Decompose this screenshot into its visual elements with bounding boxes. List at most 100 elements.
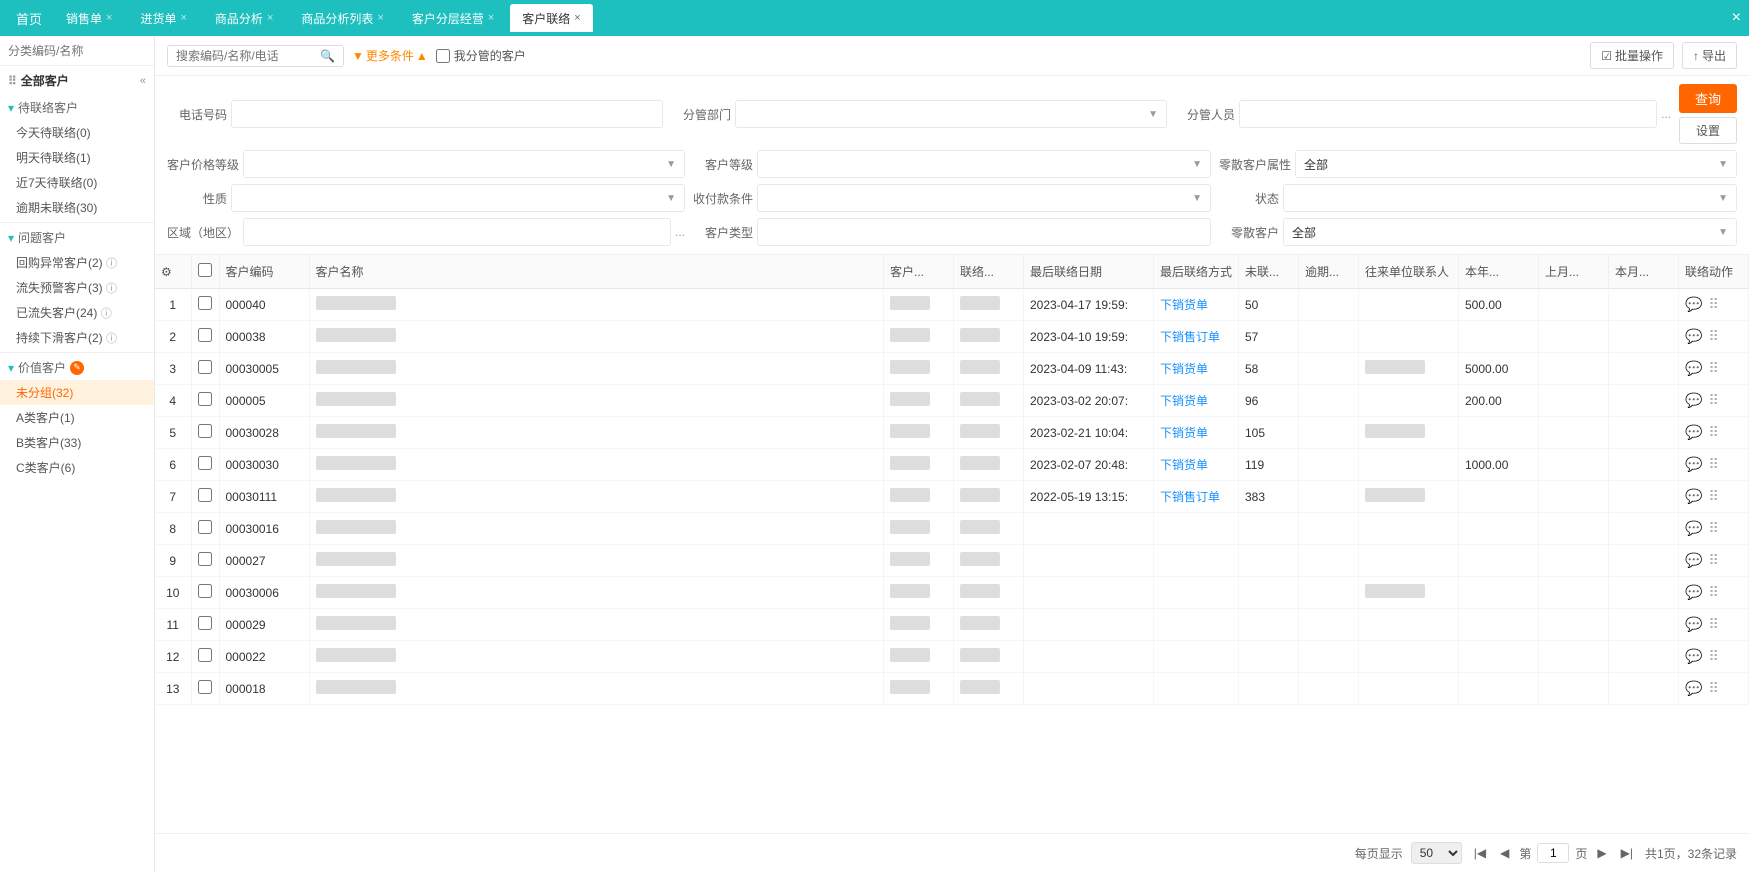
- cell-method[interactable]: [1153, 545, 1238, 577]
- sidebar-item-tomorrow[interactable]: 明天待联络(1): [0, 145, 154, 170]
- more-filters-btn[interactable]: ▼ 更多条件 ▲: [352, 47, 428, 64]
- more-action-icon[interactable]: ⠿: [1708, 616, 1718, 633]
- more-action-icon[interactable]: ⠿: [1708, 488, 1718, 505]
- method-link[interactable]: 下销货单: [1160, 362, 1208, 376]
- filter-payment-select[interactable]: ▼: [757, 184, 1211, 212]
- nav-tab-customer-segment[interactable]: 客户分层经营 ×: [400, 4, 506, 32]
- cell-checkbox[interactable]: [191, 641, 219, 673]
- sidebar-all-customers[interactable]: ⠿ 全部客户 «: [0, 66, 154, 95]
- more-action-icon[interactable]: ⠿: [1708, 360, 1718, 377]
- contact-icon[interactable]: 💬: [1685, 680, 1702, 697]
- cell-checkbox[interactable]: [191, 481, 219, 513]
- more-action-icon[interactable]: ⠿: [1708, 456, 1718, 473]
- more-action-icon[interactable]: ⠿: [1708, 328, 1718, 345]
- my-customers-checkbox[interactable]: [436, 49, 450, 63]
- select-all-checkbox[interactable]: [198, 263, 212, 277]
- cell-checkbox[interactable]: [191, 289, 219, 321]
- contact-icon[interactable]: 💬: [1685, 296, 1702, 313]
- sidebar-collapse-icon[interactable]: «: [140, 75, 146, 87]
- sidebar-item-b[interactable]: B类客户(33): [0, 430, 154, 455]
- method-link[interactable]: 下销售订单: [1160, 490, 1220, 504]
- filter-dept-select[interactable]: ▼: [735, 100, 1167, 128]
- cell-checkbox[interactable]: [191, 577, 219, 609]
- page-input[interactable]: [1537, 843, 1569, 863]
- row-checkbox[interactable]: [198, 648, 212, 662]
- cell-method[interactable]: [1153, 641, 1238, 673]
- more-action-icon[interactable]: ⠿: [1708, 552, 1718, 569]
- nav-home[interactable]: 首页: [8, 9, 50, 28]
- more-action-icon[interactable]: ⠿: [1708, 424, 1718, 441]
- sidebar-item-today[interactable]: 今天待联络(0): [0, 120, 154, 145]
- sidebar-item-declining[interactable]: 持续下滑客户(2) ⓘ: [0, 325, 154, 350]
- sidebar-item-ungroup[interactable]: 未分组(32): [0, 380, 154, 405]
- search-input[interactable]: [176, 49, 316, 63]
- row-checkbox[interactable]: [198, 360, 212, 374]
- cell-checkbox[interactable]: [191, 321, 219, 353]
- more-action-icon[interactable]: ⠿: [1708, 392, 1718, 409]
- prev-page-btn[interactable]: ◀: [1496, 844, 1513, 862]
- last-page-btn[interactable]: ▶|: [1617, 844, 1637, 862]
- filter-phone-input[interactable]: [231, 100, 663, 128]
- contact-icon[interactable]: 💬: [1685, 616, 1702, 633]
- row-checkbox[interactable]: [198, 584, 212, 598]
- cell-checkbox[interactable]: [191, 545, 219, 577]
- contact-icon[interactable]: 💬: [1685, 328, 1702, 345]
- row-checkbox[interactable]: [198, 488, 212, 502]
- row-checkbox[interactable]: [198, 616, 212, 630]
- filter-price-select[interactable]: ▼: [243, 150, 685, 178]
- sidebar-item-a[interactable]: A类客户(1): [0, 405, 154, 430]
- next-page-btn[interactable]: ▶: [1593, 844, 1610, 862]
- filter-region-select[interactable]: [243, 218, 671, 246]
- contact-icon[interactable]: 💬: [1685, 648, 1702, 665]
- close-tab-analysis[interactable]: ×: [267, 12, 273, 24]
- filter-manager-select[interactable]: [1239, 100, 1657, 128]
- close-tab-segment[interactable]: ×: [488, 12, 494, 24]
- contact-icon[interactable]: 💬: [1685, 424, 1702, 441]
- cell-checkbox[interactable]: [191, 609, 219, 641]
- cell-method[interactable]: 下销货单: [1153, 385, 1238, 417]
- contact-icon[interactable]: 💬: [1685, 392, 1702, 409]
- contact-icon[interactable]: 💬: [1685, 360, 1702, 377]
- sidebar-item-overdue[interactable]: 逾期未联络(30): [0, 195, 154, 220]
- cell-method[interactable]: 下销售订单: [1153, 321, 1238, 353]
- more-action-icon[interactable]: ⠿: [1708, 520, 1718, 537]
- row-checkbox[interactable]: [198, 424, 212, 438]
- cell-method[interactable]: [1153, 609, 1238, 641]
- query-btn[interactable]: 查询: [1679, 84, 1737, 113]
- region-more-btn[interactable]: ...: [675, 225, 685, 239]
- filter-status-select[interactable]: ▼: [1283, 184, 1737, 212]
- cell-method[interactable]: 下销货单: [1153, 353, 1238, 385]
- cell-checkbox[interactable]: [191, 449, 219, 481]
- first-page-btn[interactable]: |◀: [1470, 844, 1490, 862]
- cell-checkbox[interactable]: [191, 513, 219, 545]
- method-link[interactable]: 下销货单: [1160, 426, 1208, 440]
- batch-action-btn[interactable]: ☑ 批量操作: [1590, 42, 1674, 69]
- nav-tab-analysis[interactable]: 商品分析 ×: [203, 4, 285, 32]
- cell-method[interactable]: 下销售订单: [1153, 481, 1238, 513]
- nav-tab-customer-contact[interactable]: 客户联络 ×: [510, 4, 592, 32]
- sidebar-item-churned[interactable]: 已流失客户(24) ⓘ: [0, 300, 154, 325]
- close-all-tabs[interactable]: ×: [1732, 9, 1741, 27]
- per-page-select[interactable]: 50 100 200: [1411, 842, 1462, 864]
- filter-nature-select[interactable]: ▼: [231, 184, 685, 212]
- contact-icon[interactable]: 💬: [1685, 520, 1702, 537]
- sidebar-item-abnormal[interactable]: 回购异常客户(2) ⓘ: [0, 250, 154, 275]
- method-link[interactable]: 下销售订单: [1160, 330, 1220, 344]
- export-btn[interactable]: ↑ 导出: [1682, 42, 1737, 69]
- cell-method[interactable]: 下销货单: [1153, 449, 1238, 481]
- cell-method[interactable]: [1153, 513, 1238, 545]
- contact-icon[interactable]: 💬: [1685, 584, 1702, 601]
- row-checkbox[interactable]: [198, 520, 212, 534]
- contact-icon[interactable]: 💬: [1685, 552, 1702, 569]
- sidebar-item-c[interactable]: C类客户(6): [0, 455, 154, 480]
- sidebar-item-7days[interactable]: 近7天待联络(0): [0, 170, 154, 195]
- method-link[interactable]: 下销货单: [1160, 458, 1208, 472]
- more-action-icon[interactable]: ⠿: [1708, 648, 1718, 665]
- cell-checkbox[interactable]: [191, 385, 219, 417]
- cell-method[interactable]: 下销货单: [1153, 289, 1238, 321]
- row-checkbox[interactable]: [198, 456, 212, 470]
- close-tab-analysis-list[interactable]: ×: [377, 12, 383, 24]
- sidebar-item-churn-warning[interactable]: 流失预警客户(3) ⓘ: [0, 275, 154, 300]
- more-action-icon[interactable]: ⠿: [1708, 584, 1718, 601]
- cell-checkbox[interactable]: [191, 353, 219, 385]
